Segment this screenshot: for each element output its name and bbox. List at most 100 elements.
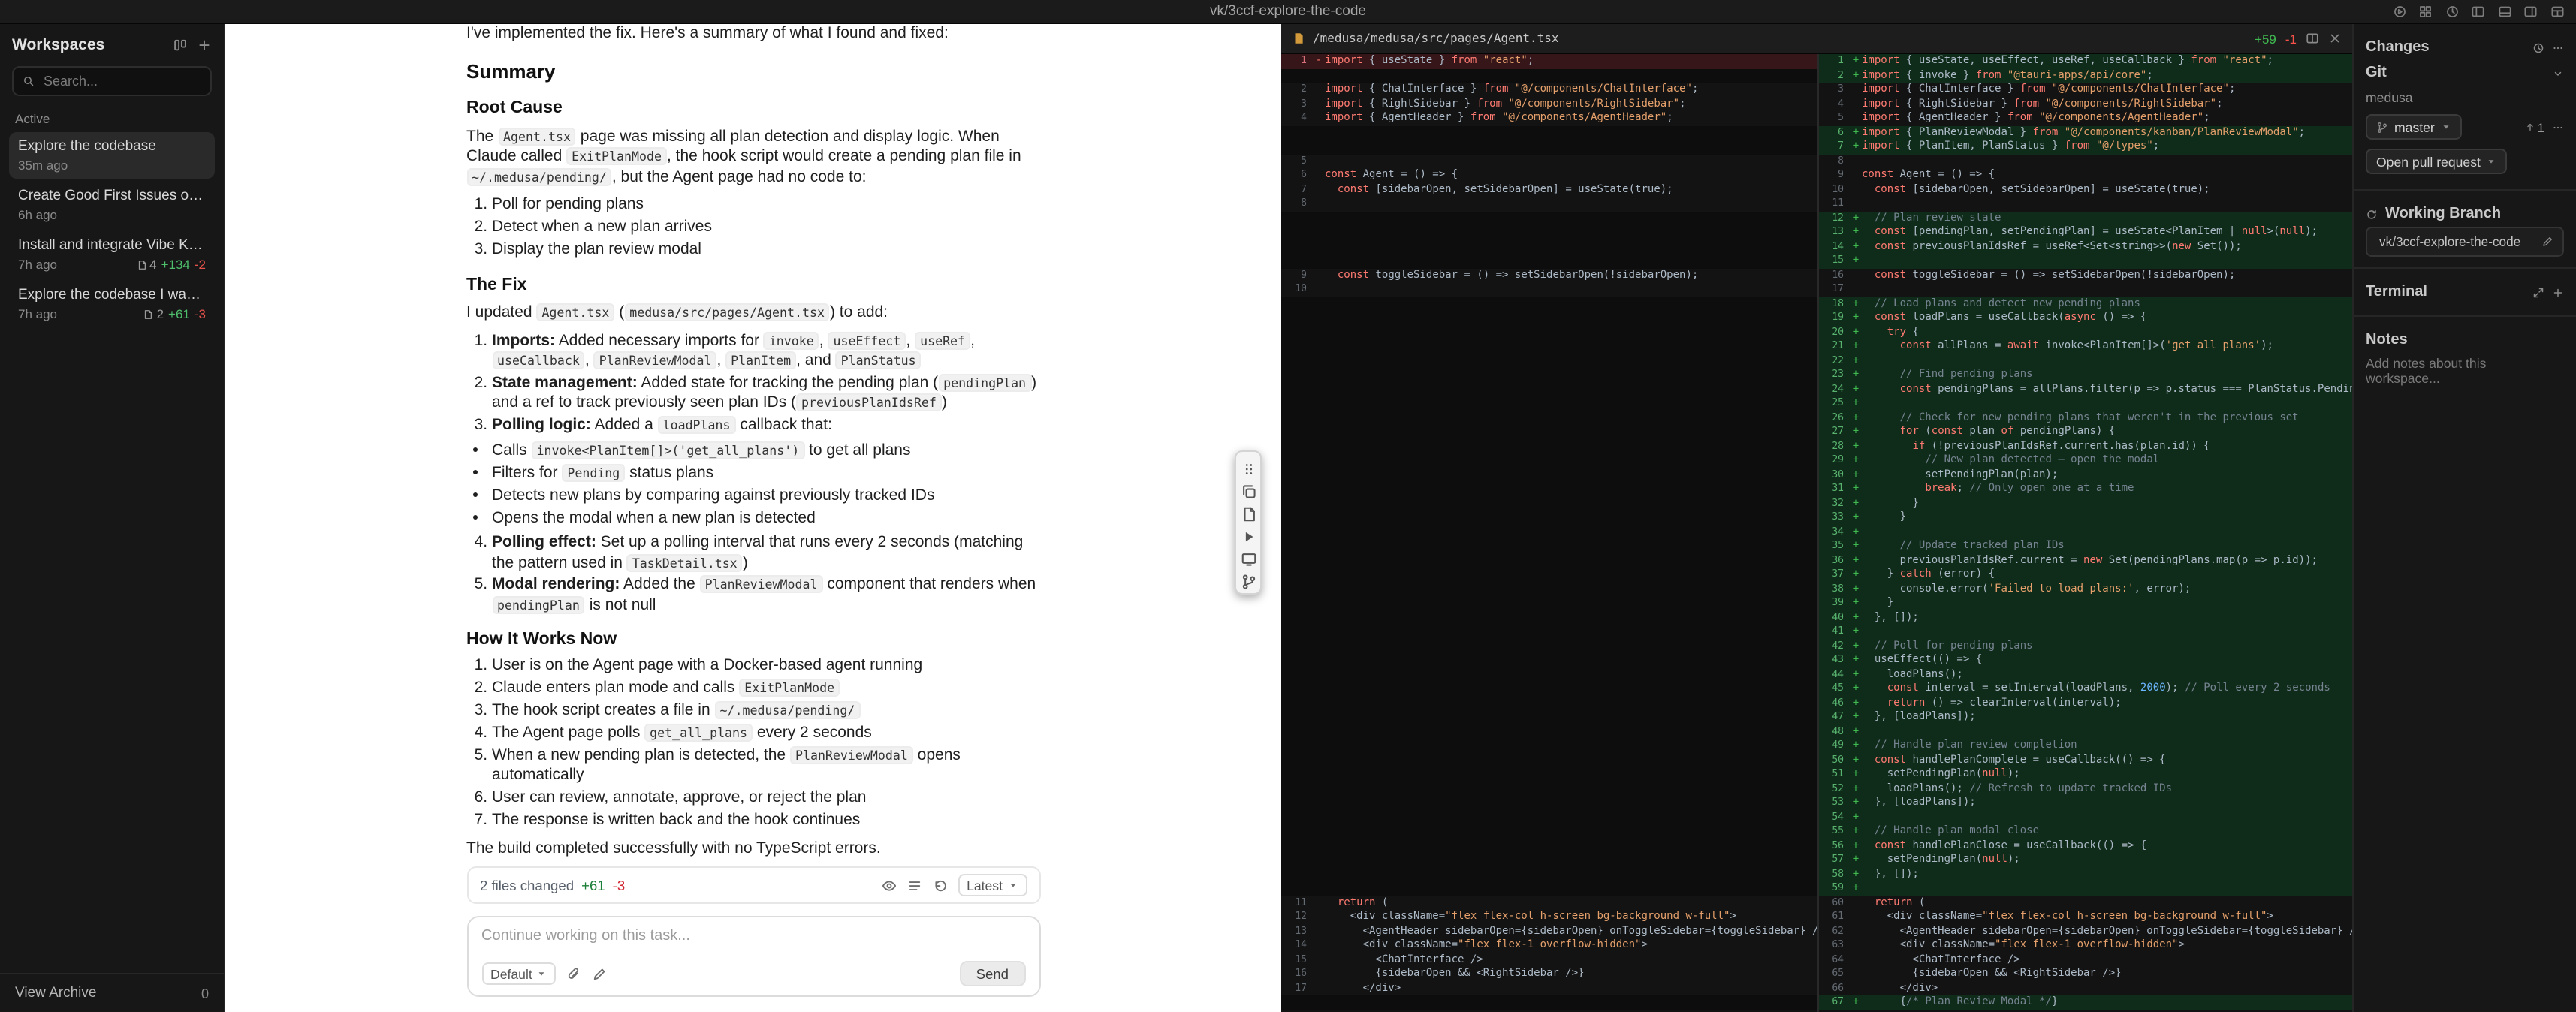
line-number — [1281, 396, 1313, 411]
more-icon[interactable] — [2552, 121, 2564, 133]
file-icon[interactable] — [1240, 503, 1256, 520]
attach-button[interactable] — [567, 966, 582, 981]
media-icon[interactable] — [2392, 5, 2406, 20]
h3-block: Root Cause — [466, 98, 1040, 119]
grid-icon[interactable] — [2418, 5, 2433, 20]
working-branch-field[interactable] — [2366, 227, 2564, 257]
line-number: 1 — [1818, 54, 1850, 68]
line-number: 38 — [1818, 582, 1850, 596]
eye-icon[interactable] — [881, 878, 896, 893]
code-line: 6+import { PlanReviewModal } from "@/com… — [1818, 125, 2352, 140]
line-number: 53 — [1818, 796, 1850, 810]
pencil-icon[interactable] — [2541, 236, 2553, 248]
refresh-icon[interactable] — [2366, 208, 2378, 220]
code-line: 60 return ( — [1818, 896, 2352, 910]
line-number: 16 — [1818, 268, 1850, 282]
line-number: 7 — [1818, 140, 1850, 154]
list-item: State management: Added state for tracki… — [492, 374, 1040, 414]
line-number: 28 — [1818, 439, 1850, 453]
line-number: 56 — [1818, 839, 1850, 853]
list-item: Claude enters plan mode and calls ExitPl… — [492, 679, 1040, 699]
workspace-item[interactable]: Install and integrate Vibe Kanban Web...… — [9, 231, 215, 278]
diff-status-bar[interactable]: 2 files changed +61 -3 Latest — [466, 866, 1040, 904]
code-line: 12+ // Plan review state — [1818, 211, 2352, 225]
chevron-down-icon[interactable] — [2552, 67, 2564, 79]
line-number: 43 — [1818, 653, 1850, 667]
message-composer[interactable]: Continue working on this task... Default… — [466, 916, 1040, 997]
working-branch-input[interactable] — [2376, 233, 2535, 251]
code-line: 30+ setPendingPlan(plan); — [1818, 468, 2352, 482]
notes-placeholder[interactable]: Add notes about this workspace... — [2366, 356, 2564, 386]
code-line — [1281, 125, 1817, 140]
line-number: 47 — [1818, 710, 1850, 724]
code-line: 13 <AgentHeader sidebarOpen={sidebarOpen… — [1281, 924, 1817, 938]
ahead-count: 1 — [2526, 119, 2544, 134]
send-button[interactable]: Send — [960, 961, 1025, 986]
mode-dropdown[interactable]: Default — [481, 962, 557, 985]
line-number — [1281, 667, 1313, 682]
undo-icon[interactable] — [932, 878, 947, 893]
line-number: 18 — [1818, 297, 1850, 311]
close-icon[interactable] — [2328, 32, 2342, 45]
history-icon[interactable] — [2532, 41, 2544, 53]
line-number — [1281, 354, 1313, 368]
additions-badge: +134 — [161, 257, 190, 272]
list-item: Display the plan review modal — [492, 240, 1040, 261]
workspace-item[interactable]: Create Good First Issues on Github So...… — [9, 182, 215, 228]
workspace-item[interactable]: Explore the codebase I want you to ex...… — [9, 281, 215, 327]
split-view-icon[interactable] — [2306, 32, 2319, 45]
history-icon[interactable] — [2445, 5, 2459, 20]
line-number: 29 — [1818, 453, 1850, 468]
code-line — [1281, 468, 1817, 482]
workspace-search[interactable] — [12, 66, 212, 96]
h3-block: The Fix — [466, 274, 1040, 296]
monitor-icon[interactable] — [1240, 548, 1256, 565]
code-line: 31+ break; // Only open one at a time — [1818, 482, 2352, 496]
panel-left-icon[interactable] — [2471, 5, 2485, 20]
chat-scroll-area[interactable]: npm run build 2>&1 | tail -80The build c… — [225, 24, 1281, 866]
diff-body[interactable]: 1-import { useState } from "react";2impo… — [1281, 54, 2352, 1012]
open-pull-request-button[interactable]: Open pull request — [2366, 149, 2508, 174]
panel-right-icon[interactable] — [2523, 5, 2538, 20]
latest-dropdown[interactable]: Latest — [958, 874, 1027, 896]
code-line: 8 — [1818, 154, 2352, 168]
line-number — [1281, 782, 1313, 796]
new-terminal-button[interactable] — [2552, 286, 2564, 298]
diff-file-path[interactable]: /medusa/medusa/src/pages/Agent.tsx — [1313, 32, 1559, 45]
line-number — [1281, 254, 1313, 268]
code-line: 67+ {/* Plan Review Modal */} — [1818, 995, 2352, 1010]
code-line: 61 <div className="flex flex-col h-scree… — [1818, 910, 2352, 924]
more-icon[interactable] — [2552, 41, 2564, 53]
copy-icon[interactable] — [1240, 480, 1256, 497]
branch-selector[interactable]: master — [2366, 114, 2462, 140]
list-icon[interactable] — [906, 878, 922, 893]
play-icon[interactable] — [1240, 526, 1256, 542]
layout-icon[interactable] — [2550, 5, 2564, 20]
code-line — [1281, 625, 1817, 639]
search-input[interactable] — [41, 72, 201, 90]
line-number — [1281, 311, 1313, 325]
git-branch-icon[interactable] — [1240, 571, 1256, 587]
kanban-icon[interactable] — [173, 38, 188, 53]
line-number: 65 — [1818, 967, 1850, 981]
diff-right: 1+import { useState, useEffect, useRef, … — [1817, 54, 2352, 1012]
code-line — [1281, 525, 1817, 539]
grip-icon[interactable] — [1240, 458, 1256, 474]
list-item: Imports: Added necessary imports for inv… — [492, 331, 1040, 372]
code-line: 5import { AgentHeader } from "@/componen… — [1818, 111, 2352, 125]
code-line: 12 <div className="flex flex-col h-scree… — [1281, 910, 1817, 924]
code-line — [1281, 396, 1817, 411]
panel-bottom-icon[interactable] — [2497, 5, 2511, 20]
workspace-item[interactable]: Explore the codebase 35m ago — [9, 132, 215, 179]
line-number: 14 — [1281, 938, 1313, 953]
chevron-down-icon — [1007, 880, 1018, 890]
code-line: 34+ — [1818, 525, 2352, 539]
code-line: 17 — [1818, 282, 2352, 297]
expand-icon[interactable] — [2532, 286, 2544, 298]
line-number — [1281, 568, 1313, 582]
edit-button[interactable] — [593, 966, 608, 981]
view-archive-button[interactable]: View Archive — [15, 985, 96, 1001]
new-workspace-button[interactable] — [197, 38, 212, 53]
list-item: Detect when a new plan arrives — [492, 218, 1040, 238]
code-line — [1281, 453, 1817, 468]
